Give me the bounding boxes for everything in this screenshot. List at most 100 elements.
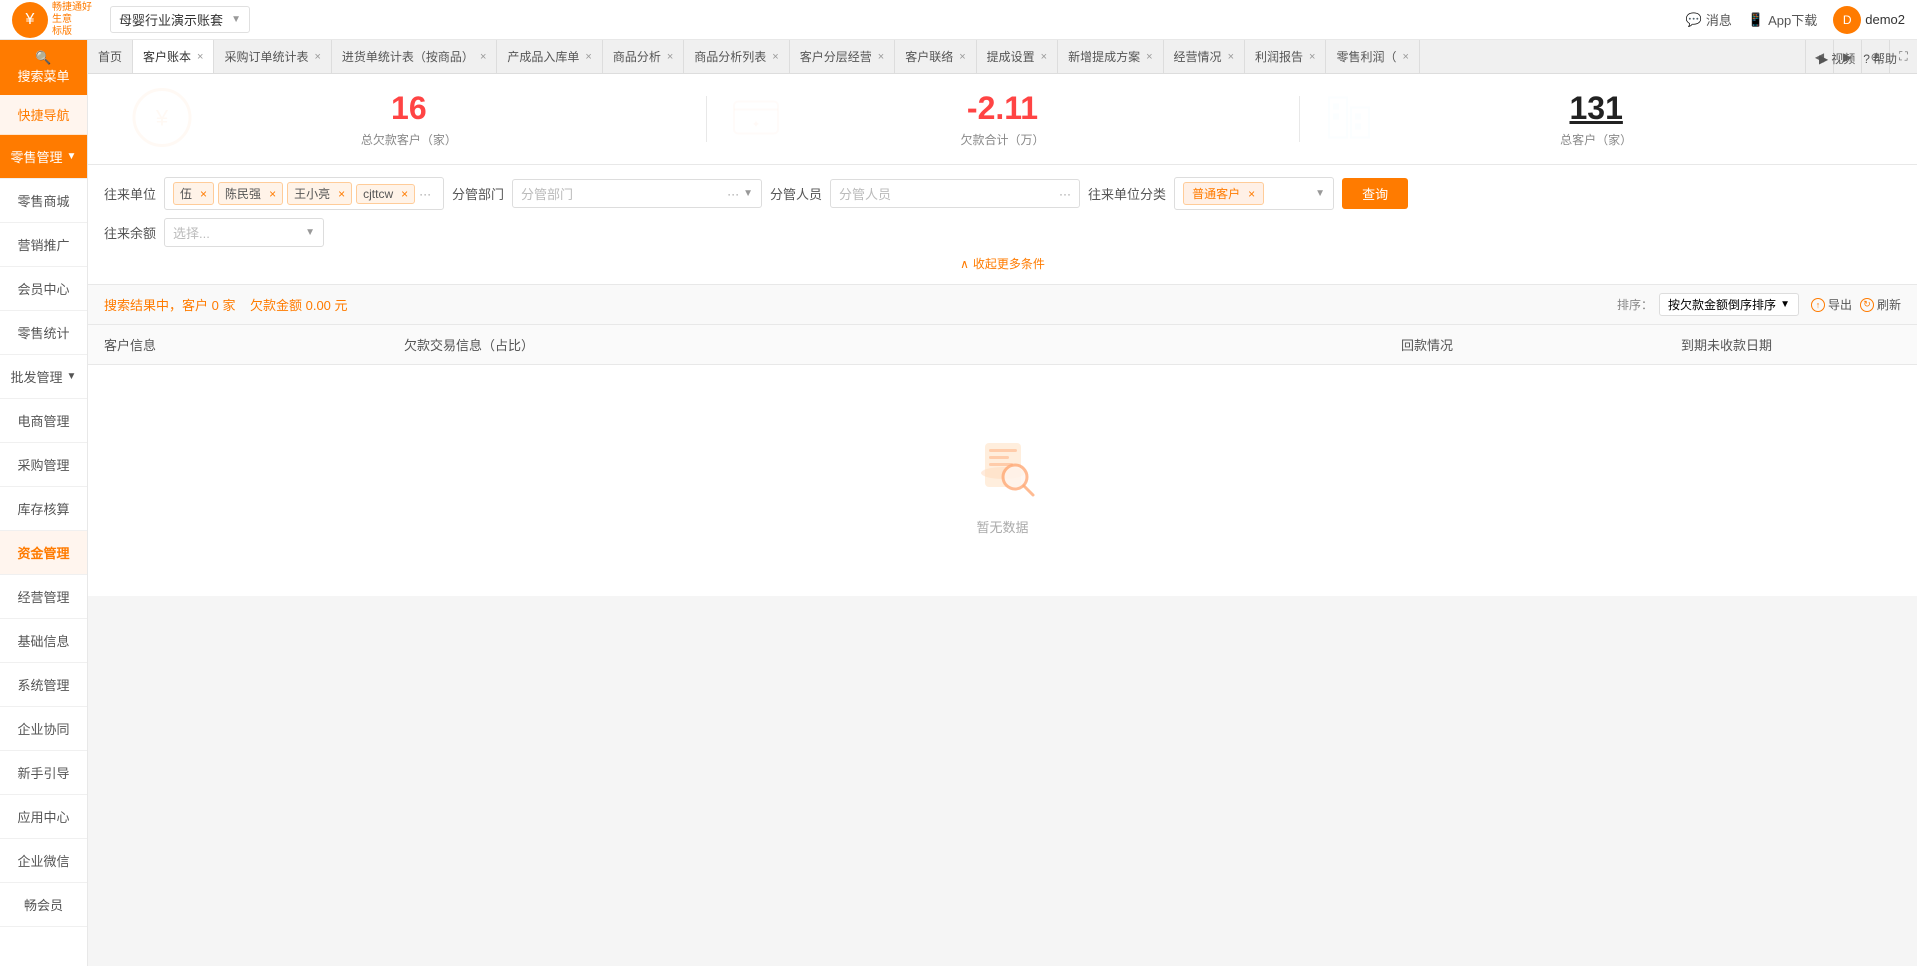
tab-ops-status-label: 经营情况: [1174, 48, 1222, 65]
tab-add-raise-plan-close[interactable]: ×: [1146, 51, 1152, 63]
category-tag-label: 普通客户: [1192, 185, 1240, 202]
message-label: 消息: [1706, 10, 1732, 29]
app-download-button[interactable]: 📱 App下载: [1748, 10, 1817, 29]
top-right-actions: 💬 消息 📱 App下载 D demo2: [1686, 6, 1905, 34]
tab-add-raise-plan[interactable]: 新增提成方案 ×: [1058, 40, 1163, 74]
sidebar-item-retail-mall[interactable]: 零售商城: [0, 179, 87, 223]
sidebar-item-purchase-mgmt[interactable]: 采购管理: [0, 443, 87, 487]
sort-select[interactable]: 按欠款金额倒序排序 ▼: [1659, 293, 1799, 316]
sidebar-item-member-vip[interactable]: 畅会员: [0, 883, 87, 927]
tag-wu-close[interactable]: ×: [200, 187, 207, 201]
result-credit-unit: 元: [335, 298, 348, 313]
tab-customer-segment-label: 客户分层经营: [800, 48, 872, 65]
sidebar-item-new-guide[interactable]: 新手引导: [0, 751, 87, 795]
filter-unit-class-select[interactable]: 普通客户 × ▼: [1174, 177, 1334, 210]
filter-unit-class-label: 往来单位分类: [1088, 184, 1166, 203]
tab-profit-report[interactable]: 利润报告 ×: [1245, 40, 1326, 74]
tab-bar: 首页 客户账本 × 采购订单统计表 × 进货单统计表（按商品） × 产成品入库单…: [88, 40, 1917, 74]
sidebar-item-basic-info[interactable]: 基础信息: [0, 619, 87, 663]
sidebar-item-marketing[interactable]: 营销推广: [0, 223, 87, 267]
tag-wang-close[interactable]: ×: [338, 187, 345, 201]
sidebar-search[interactable]: 🔍 搜索菜单: [0, 40, 87, 95]
stat-icon-yuan: ¥: [132, 88, 192, 151]
sidebar-item-app-center[interactable]: 应用中心: [0, 795, 87, 839]
refresh-label: 刷新: [1877, 296, 1901, 313]
tab-retail-profit[interactable]: 零售利润（ ×: [1326, 40, 1419, 74]
sidebar-item-enterprise-collab[interactable]: 企业协同: [0, 707, 87, 751]
export-button[interactable]: ↑ 导出: [1811, 296, 1852, 313]
capital-mgmt-label: 资金管理: [17, 546, 69, 561]
filter-more-tags[interactable]: ···: [419, 187, 431, 201]
sidebar-item-ops-mgmt[interactable]: 经营管理: [0, 575, 87, 619]
tag-cjttcw-close[interactable]: ×: [401, 187, 408, 201]
sidebar-item-enterprise-wechat[interactable]: 企业微信: [0, 839, 87, 883]
message-button[interactable]: 💬 消息: [1686, 10, 1732, 29]
sort-value: 按欠款金额倒序排序: [1668, 296, 1776, 313]
tab-home[interactable]: 首页: [88, 40, 133, 74]
sidebar-item-capital-mgmt[interactable]: 资金管理: [0, 531, 87, 575]
tab-product-inbound[interactable]: 产成品入库单 ×: [497, 40, 602, 74]
filter-unit-select[interactable]: 伍 × 陈民强 × 王小亮 × cjttcw ×: [164, 177, 444, 210]
tab-purchase-order-stats-close[interactable]: ×: [314, 51, 320, 63]
stat-total-customers-value[interactable]: 131: [1569, 90, 1622, 127]
filter-person-more[interactable]: ···: [1059, 187, 1071, 201]
tab-ops-status[interactable]: 经营情况 ×: [1164, 40, 1245, 74]
tab-product-analysis[interactable]: 商品分析 ×: [603, 40, 684, 74]
category-tag-close[interactable]: ×: [1248, 187, 1255, 201]
tab-product-analysis-list-close[interactable]: ×: [772, 51, 778, 63]
filter-dept-select[interactable]: 分管部门 ··· ▼: [512, 179, 762, 208]
tab-customer-segment-close[interactable]: ×: [878, 51, 884, 63]
tab-product-analysis-list[interactable]: 商品分析列表 ×: [684, 40, 789, 74]
query-button[interactable]: 查询: [1342, 178, 1408, 209]
tab-purchase-order-stats[interactable]: 采购订单统计表 ×: [214, 40, 331, 74]
username: demo2: [1865, 12, 1905, 27]
retail-mall-label: 零售商城: [17, 194, 69, 209]
tab-retail-profit-close[interactable]: ×: [1402, 51, 1408, 63]
result-credit-label: 欠款金额: [250, 298, 302, 313]
top-bar: ¥ 畅捷通好生意 标版 母婴行业演示账套 ▼ 💬 消息 📱 App下载 D de…: [0, 0, 1917, 40]
filter-dept-chevron: ▼: [743, 188, 753, 199]
tab-raise-settings[interactable]: 提成设置 ×: [977, 40, 1058, 74]
tab-raise-settings-close[interactable]: ×: [1041, 51, 1047, 63]
sidebar: 🔍 搜索菜单 快捷导航 零售管理 ▼ 零售商城 营销推广 会员中心 零售统计 批…: [0, 40, 88, 966]
tag-chen-close[interactable]: ×: [269, 187, 276, 201]
filter-dept-more[interactable]: ···: [727, 187, 739, 201]
tab-customer-book-close[interactable]: ×: [197, 51, 203, 63]
collapse-up-icon: ∧: [960, 257, 969, 271]
tab-profit-report-close[interactable]: ×: [1309, 51, 1315, 63]
sidebar-item-wholesale-mgmt[interactable]: 批发管理 ▼: [0, 355, 87, 399]
sidebar-item-sys-mgmt[interactable]: 系统管理: [0, 663, 87, 707]
sidebar-item-ecommerce[interactable]: 电商管理: [0, 399, 87, 443]
stat-total-customers: 131 总客户（家）: [1299, 90, 1893, 148]
result-count: 0: [212, 298, 219, 313]
sidebar-search-label: 搜索菜单: [17, 69, 69, 84]
filter-balance-select[interactable]: 选择... ▼: [164, 218, 324, 247]
tab-customer-contact[interactable]: 客户联络 ×: [895, 40, 976, 74]
tab-customer-book[interactable]: 客户账本 ×: [133, 40, 214, 74]
tab-product-analysis-close[interactable]: ×: [667, 51, 673, 63]
message-icon: 💬: [1686, 12, 1702, 28]
store-selector[interactable]: 母婴行业演示账套 ▼: [110, 6, 250, 33]
chevron-down-icon: ▼: [231, 14, 241, 25]
sidebar-item-retail-stats[interactable]: 零售统计: [0, 311, 87, 355]
wholesale-mgmt-label: 批发管理: [11, 367, 63, 386]
sidebar-item-member-center[interactable]: 会员中心: [0, 267, 87, 311]
wholesale-chevron-icon: ▼: [67, 371, 77, 382]
refresh-button[interactable]: ↻ 刷新: [1860, 296, 1901, 313]
user-profile[interactable]: D demo2: [1833, 6, 1905, 34]
tab-product-inbound-close[interactable]: ×: [585, 51, 591, 63]
sidebar-quick-nav[interactable]: 快捷导航: [0, 95, 87, 135]
tab-inbound-stats[interactable]: 进货单统计表（按商品） ×: [332, 40, 497, 74]
content-area: 首页 客户账本 × 采购订单统计表 × 进货单统计表（按商品） × 产成品入库单…: [88, 40, 1917, 966]
tab-customer-contact-close[interactable]: ×: [959, 51, 965, 63]
sidebar-item-inventory[interactable]: 库存核算: [0, 487, 87, 531]
sidebar-item-retail-mgmt[interactable]: 零售管理 ▼: [0, 135, 87, 179]
table-header: 客户信息 欠款交易信息（占比） 回款情况 到期未收款日期: [88, 325, 1917, 365]
collapse-button[interactable]: ∧ 收起更多条件: [960, 255, 1045, 272]
enterprise-wechat-label: 企业微信: [17, 854, 69, 869]
tab-ops-status-close[interactable]: ×: [1228, 51, 1234, 63]
filter-person-select[interactable]: 分管人员 ···: [830, 179, 1080, 208]
tab-customer-segment[interactable]: 客户分层经营 ×: [790, 40, 895, 74]
tab-inbound-stats-close[interactable]: ×: [480, 51, 486, 63]
empty-state: 暂无数据: [88, 365, 1917, 596]
